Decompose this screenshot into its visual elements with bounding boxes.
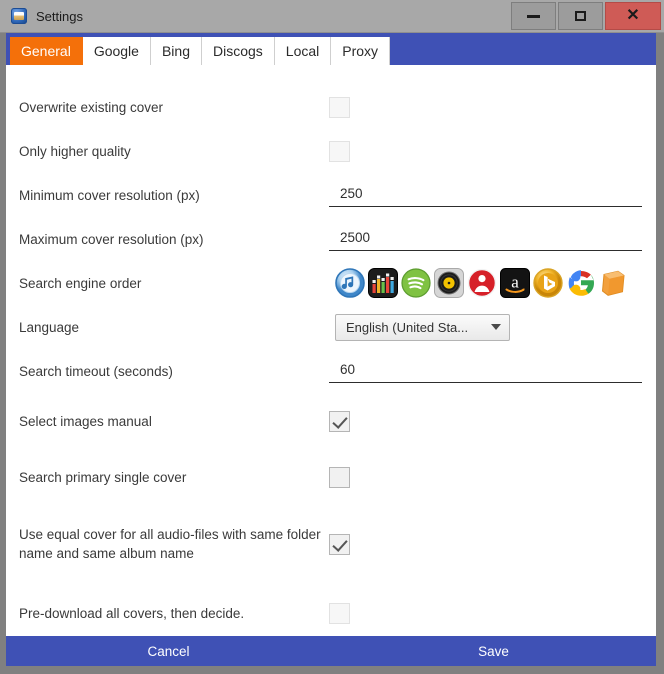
setting-control <box>329 96 642 118</box>
setting-row: Select images manual <box>6 393 656 449</box>
setting-control <box>329 359 642 383</box>
setting-row: Overwrite existing cover <box>6 85 656 129</box>
window-title: Settings <box>36 8 83 24</box>
tab-label: Discogs <box>213 43 263 59</box>
svg-text:a: a <box>511 273 519 292</box>
setting-label: Overwrite existing cover <box>19 99 164 115</box>
spotify-icon[interactable] <box>401 268 431 298</box>
setting-row: Use equal cover for all audio-files with… <box>6 505 656 583</box>
setting-control <box>329 183 642 207</box>
setting-row: Maximum cover resolution (px) <box>6 217 656 261</box>
settings-window: Settings ✕ General Google Bing Discogs Local… <box>0 0 664 674</box>
setting-row: Search primary single cover <box>6 449 656 505</box>
language-select-value: English (United Sta... <box>346 319 469 335</box>
tab-google[interactable]: Google <box>82 37 151 65</box>
title-bar: Settings ✕ <box>0 0 664 33</box>
setting-label: Search primary single cover <box>19 469 187 485</box>
save-button[interactable]: Save <box>331 636 656 666</box>
minimize-button[interactable] <box>511 2 556 30</box>
setting-control: a <box>329 268 642 298</box>
setting-control <box>329 466 642 488</box>
language-select[interactable]: English (United Sta... <box>335 313 510 341</box>
setting-label: Language <box>19 319 80 335</box>
chevron-down-icon <box>491 324 501 330</box>
setting-row: Pre-download all covers, then decide. <box>6 583 656 636</box>
tab-label: Google <box>93 43 139 59</box>
setting-row: Only higher quality <box>6 129 656 173</box>
checkbox[interactable] <box>329 533 350 555</box>
bing-icon[interactable] <box>533 268 563 298</box>
tab-discogs[interactable]: Discogs <box>202 37 275 65</box>
setting-label: Only higher quality <box>19 143 131 159</box>
amazon-icon[interactable]: a <box>500 268 530 298</box>
checkbox[interactable] <box>329 410 350 432</box>
setting-control <box>329 602 642 624</box>
close-icon: ✕ <box>626 7 640 24</box>
settings-panel: Overwrite existing cover Only higher qual… <box>6 65 656 636</box>
maximize-icon <box>575 11 586 21</box>
text-input[interactable] <box>329 183 642 207</box>
setting-label: Search timeout (seconds) <box>19 363 173 379</box>
setting-row: Language English (United Sta... <box>6 305 656 349</box>
text-input[interactable] <box>329 227 642 251</box>
setting-label: Minimum cover resolution (px) <box>19 187 200 203</box>
equalizer-icon[interactable] <box>368 268 398 298</box>
checkbox[interactable] <box>329 466 350 488</box>
itunes-icon[interactable] <box>335 268 365 298</box>
close-button[interactable]: ✕ <box>605 2 661 30</box>
checkbox[interactable] <box>329 140 350 162</box>
checkbox[interactable] <box>329 96 350 118</box>
setting-label: Select images manual <box>19 413 152 429</box>
tab-label: General <box>21 43 71 59</box>
settings-list: Overwrite existing cover Only higher qual… <box>6 85 656 636</box>
setting-row: Search timeout (seconds) <box>6 349 656 393</box>
setting-row: Search engine order a <box>6 261 656 305</box>
settings-app-icon <box>11 8 27 24</box>
setting-control <box>329 533 642 555</box>
setting-control <box>329 140 642 162</box>
search-engine-order-list: a <box>335 268 629 298</box>
title-bar-left: Settings <box>0 0 509 32</box>
window-body: General Google Bing Discogs Local Proxy Overw… <box>0 33 664 674</box>
tab-local[interactable]: Local <box>274 37 332 65</box>
maximize-button[interactable] <box>558 2 603 30</box>
footer-bar: Cancel Save <box>6 636 656 666</box>
tab-label: Local <box>285 43 320 59</box>
setting-label: Pre-download all covers, then decide. <box>19 605 245 621</box>
tab-label: Bing <box>161 43 190 59</box>
setting-control <box>329 410 642 432</box>
local-folder-icon[interactable] <box>599 268 629 298</box>
tab-proxy[interactable]: Proxy <box>331 37 391 65</box>
setting-control: English (United Sta... <box>329 313 642 341</box>
text-input[interactable] <box>329 359 642 383</box>
minimize-icon <box>527 14 540 18</box>
tab-bar: General Google Bing Discogs Local Proxy <box>6 33 656 65</box>
setting-label: Maximum cover resolution (px) <box>19 231 204 247</box>
tab-bing[interactable]: Bing <box>150 37 202 65</box>
setting-control <box>329 227 642 251</box>
window-controls: ✕ <box>509 0 664 32</box>
setting-label: Search engine order <box>19 275 142 291</box>
tab-label: Proxy <box>342 43 379 59</box>
gracenote-icon[interactable] <box>467 268 497 298</box>
setting-label: Use equal cover for all audio-files with… <box>19 527 321 561</box>
cancel-button[interactable]: Cancel <box>6 636 331 666</box>
checkbox[interactable] <box>329 602 350 624</box>
vinyl-record-icon[interactable] <box>434 268 464 298</box>
setting-row: Minimum cover resolution (px) <box>6 173 656 217</box>
google-icon[interactable] <box>566 268 596 298</box>
tab-general[interactable]: General <box>10 37 83 65</box>
